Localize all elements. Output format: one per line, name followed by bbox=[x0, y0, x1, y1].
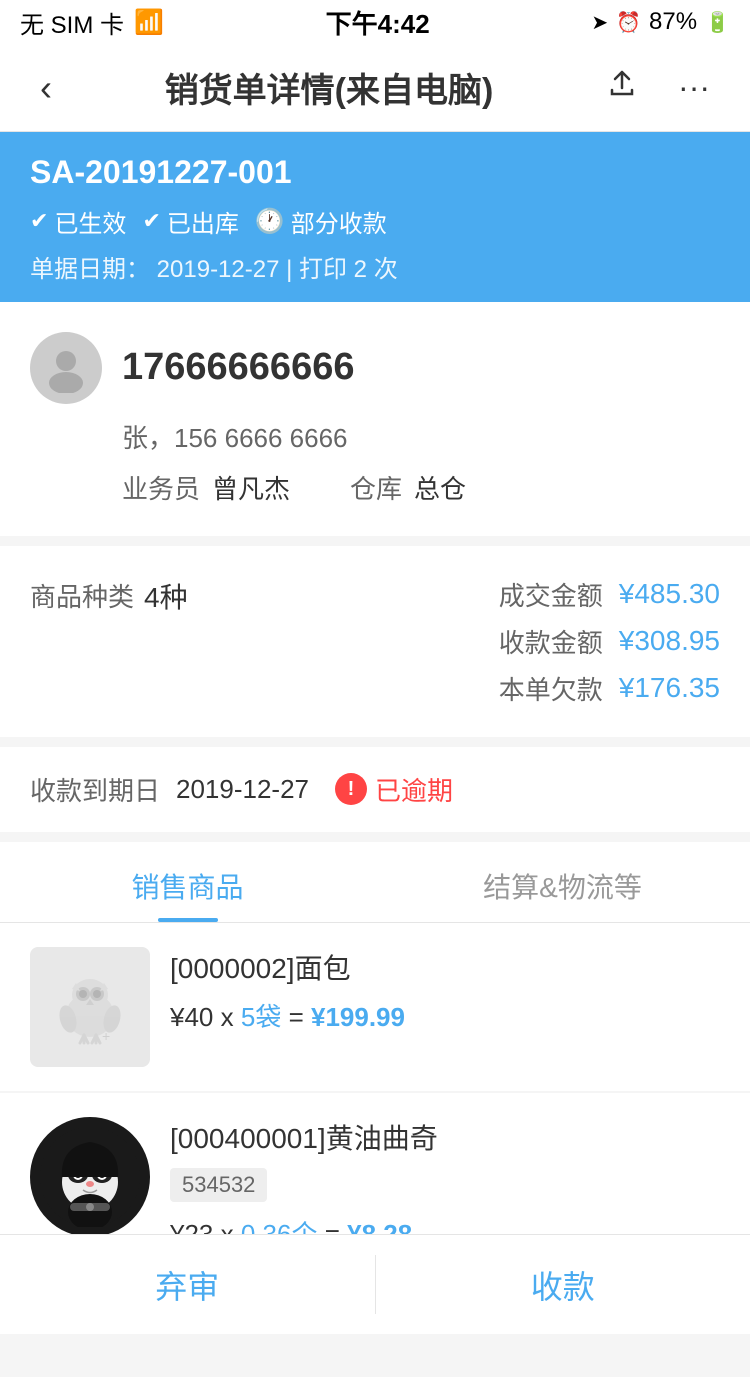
customer-section: 17666666666 张，156 6666 6666 业务员 曾凡杰 仓库 总… bbox=[0, 302, 750, 546]
qty-1: 5袋 bbox=[241, 1002, 281, 1032]
tabs: 销售商品 结算&物流等 bbox=[0, 842, 750, 922]
print-info: | 打印 2 次 bbox=[286, 256, 398, 283]
check-icon: ✔ bbox=[30, 208, 48, 234]
customer-name: 17666666666 bbox=[122, 346, 354, 389]
due-date-label: 收款到期日 bbox=[30, 771, 160, 808]
badge-shipped: ✔ 已出库 bbox=[142, 204, 238, 239]
summary-section: 商品种类 4种 成交金额 ¥485.30 收款金额 ¥308.95 本单欠款 ¥… bbox=[0, 546, 750, 747]
cancel-button[interactable]: 弃审 bbox=[0, 1235, 375, 1334]
product-info-2: [000400001]黄油曲奇 534532 ¥23 x 0.36个 = ¥8.… bbox=[170, 1117, 720, 1251]
tabs-section: 销售商品 结算&物流等 bbox=[0, 842, 750, 923]
badge-effective-label: 已生效 bbox=[54, 204, 126, 239]
total-1: ¥199.99 bbox=[311, 1002, 405, 1032]
tab-products[interactable]: 销售商品 bbox=[0, 842, 375, 922]
clock-icon: 🕐 bbox=[255, 207, 285, 236]
more-button[interactable]: ··· bbox=[668, 59, 720, 116]
nav-actions: ··· bbox=[596, 58, 720, 118]
product-list: + [0000002]面包 ¥40 x 5袋 = ¥199.99 bbox=[0, 923, 750, 1275]
list-item: + [0000002]面包 ¥40 x 5袋 = ¥199.99 bbox=[0, 923, 750, 1091]
date-label: 单据日期： bbox=[30, 256, 150, 283]
battery-icon: 🔋 bbox=[705, 10, 730, 35]
thumb-inner-1: + bbox=[30, 947, 150, 1067]
overdue-badge: ! 已逾期 bbox=[335, 771, 453, 808]
badge-partial-payment: 🕐 部分收款 bbox=[255, 204, 387, 239]
kinds-row: 商品种类 4种 bbox=[30, 576, 188, 616]
owe-value: ¥176.35 bbox=[619, 672, 720, 704]
warehouse-value: 总仓 bbox=[414, 469, 466, 506]
bottom-action-bar: 弃审 收款 bbox=[0, 1234, 750, 1334]
product-info-1: [0000002]面包 ¥40 x 5袋 = ¥199.99 bbox=[170, 947, 720, 1034]
deal-amount-row: 成交金额 ¥485.30 bbox=[499, 576, 720, 613]
date-value: 2019-12-27 bbox=[157, 256, 280, 283]
product-name-1: [0000002]面包 bbox=[170, 947, 720, 987]
receipt-amount-row: 收款金额 ¥308.95 bbox=[499, 623, 720, 660]
order-badges: ✔ 已生效 ✔ 已出库 🕐 部分收款 bbox=[30, 204, 387, 239]
kinds-label: 商品种类 bbox=[30, 577, 134, 614]
alarm-icon: ⏰ bbox=[616, 10, 641, 35]
page-title: 销货单详情(来自电脑) bbox=[62, 63, 596, 112]
svg-text:+: + bbox=[102, 1028, 110, 1044]
kinds-value: 4种 bbox=[144, 576, 188, 616]
status-bar: 无 SIM 卡 📶 下午4:42 ➤ ⏰ 87% 🔋 bbox=[0, 0, 750, 44]
badge-effective: ✔ 已生效 bbox=[30, 204, 126, 239]
price-1: ¥40 bbox=[170, 1002, 213, 1032]
nav-bar: ‹ 销货单详情(来自电脑) ··· bbox=[0, 44, 750, 132]
receipt-label: 收款金额 bbox=[499, 623, 603, 660]
summary-left: 商品种类 4种 bbox=[30, 576, 188, 616]
order-id: SA-20191227-001 bbox=[30, 154, 720, 191]
product-price-1: ¥40 x 5袋 = ¥199.99 bbox=[170, 997, 720, 1034]
customer-phone: 张，156 6666 6666 bbox=[122, 418, 720, 455]
location-icon: ➤ bbox=[591, 10, 608, 35]
sales-value: 曾凡杰 bbox=[212, 469, 290, 506]
overdue-icon: ! bbox=[335, 773, 367, 805]
product-name-2: [000400001]黄油曲奇 bbox=[170, 1117, 720, 1157]
carrier-text: 无 SIM 卡 bbox=[20, 5, 124, 40]
owe-amount-row: 本单欠款 ¥176.35 bbox=[499, 670, 720, 707]
check-icon-2: ✔ bbox=[142, 208, 160, 234]
customer-meta: 业务员 曾凡杰 仓库 总仓 bbox=[122, 469, 720, 506]
overdue-label: 已逾期 bbox=[375, 771, 453, 808]
battery-text: 87% bbox=[649, 8, 697, 36]
badge-shipped-label: 已出库 bbox=[167, 204, 239, 239]
customer-main-row: 17666666666 bbox=[30, 332, 720, 404]
warehouse-label: 仓库 bbox=[350, 469, 402, 506]
back-button[interactable]: ‹ bbox=[30, 57, 62, 119]
status-right: ➤ ⏰ 87% 🔋 bbox=[591, 8, 730, 36]
confirm-button[interactable]: 收款 bbox=[376, 1235, 750, 1334]
deal-value: ¥485.30 bbox=[619, 578, 720, 610]
receipt-value: ¥308.95 bbox=[619, 625, 720, 657]
summary-right: 成交金额 ¥485.30 收款金额 ¥308.95 本单欠款 ¥176.35 bbox=[499, 576, 720, 707]
deal-label: 成交金额 bbox=[499, 576, 603, 613]
order-date-row: 单据日期： 2019-12-27 | 打印 2 次 bbox=[30, 249, 720, 284]
owe-label: 本单欠款 bbox=[499, 670, 603, 707]
due-date-section: 收款到期日 2019-12-27 ! 已逾期 bbox=[0, 747, 750, 842]
wifi-icon: 📶 bbox=[134, 8, 164, 37]
product-sku-2: 534532 bbox=[170, 1168, 267, 1202]
product-thumb-2 bbox=[30, 1117, 150, 1237]
status-time: 下午4:42 bbox=[326, 4, 430, 41]
sales-label: 业务员 bbox=[122, 469, 200, 506]
share-button[interactable] bbox=[596, 58, 648, 118]
order-header-banner: SA-20191227-001 ✔ 已生效 ✔ 已出库 🕐 部分收款 单据日期：… bbox=[0, 132, 750, 302]
avatar bbox=[30, 332, 102, 404]
product-thumb-1: + bbox=[30, 947, 150, 1067]
status-left: 无 SIM 卡 📶 bbox=[20, 5, 164, 40]
due-date-value: 2019-12-27 bbox=[176, 774, 309, 805]
tab-settlement[interactable]: 结算&物流等 bbox=[375, 842, 750, 922]
badge-partial-label: 部分收款 bbox=[291, 204, 387, 239]
